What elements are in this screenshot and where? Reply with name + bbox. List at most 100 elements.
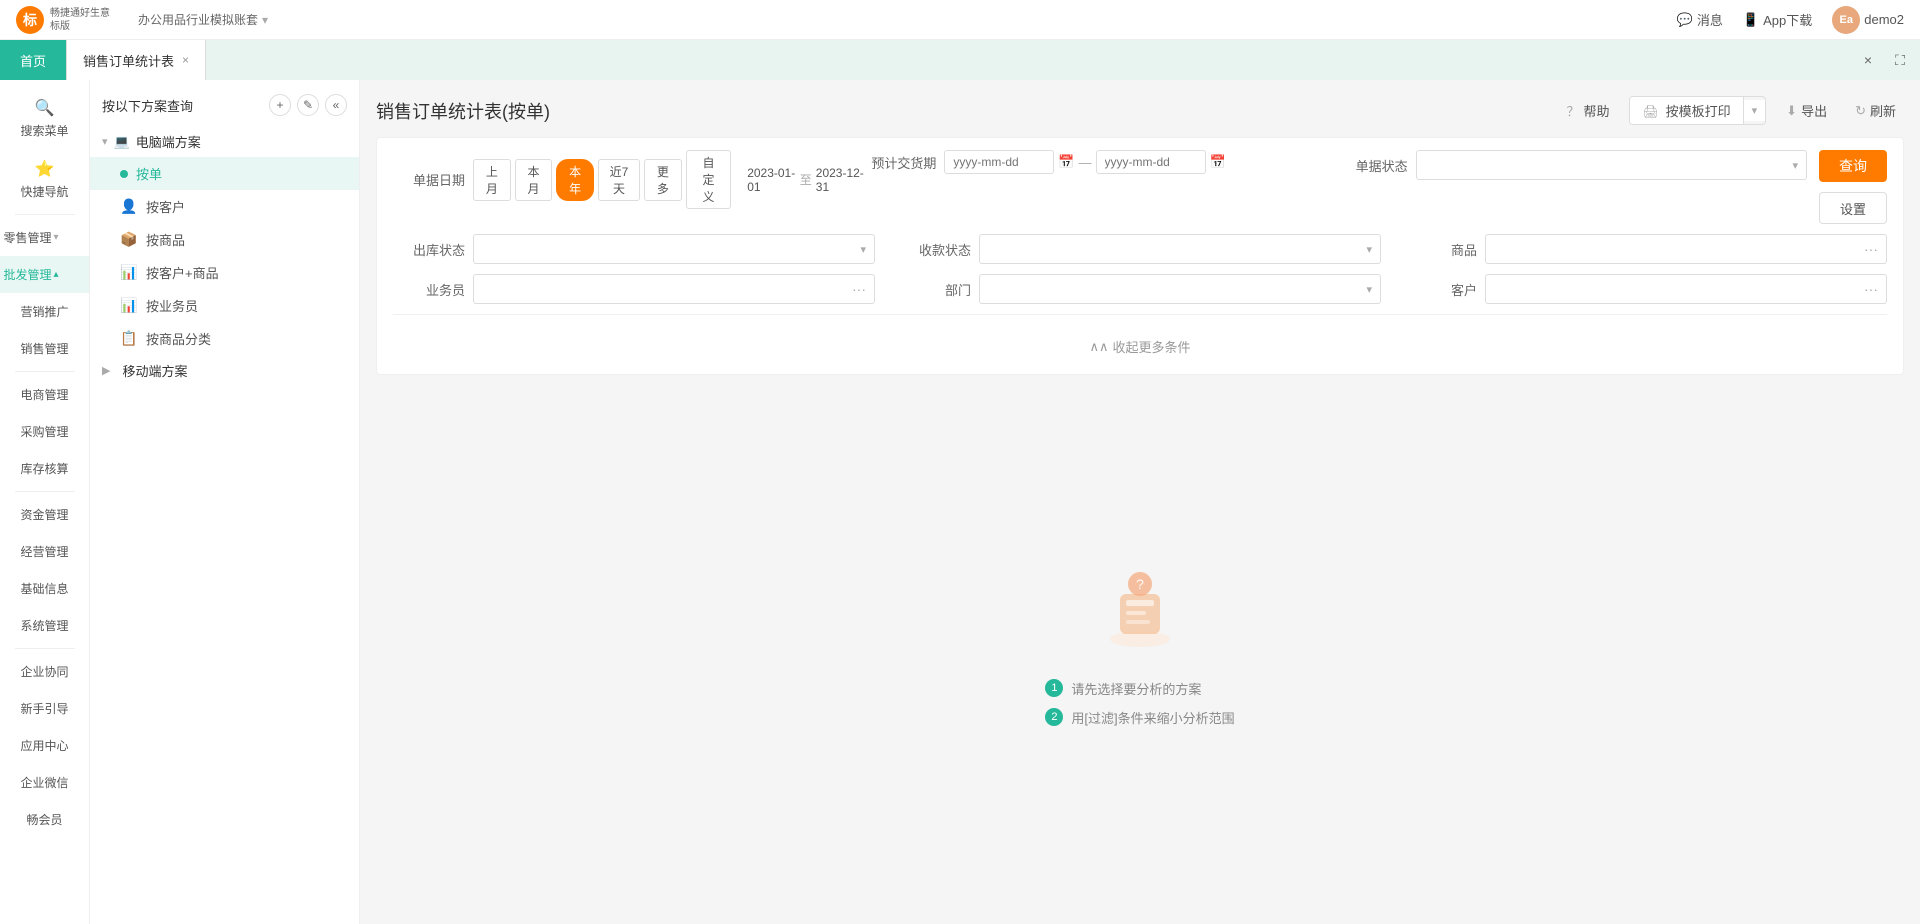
- scheme-group-mobile: ▶ 移动端方案: [90, 355, 359, 386]
- tab-close-icon[interactable]: ×: [182, 53, 189, 67]
- print-template-button[interactable]: 🖨 按模板打印: [1630, 97, 1743, 124]
- print-template-dropdown-button[interactable]: ▾: [1744, 100, 1766, 121]
- sidebar-item-purchase[interactable]: 采购管理: [0, 413, 90, 450]
- scheme-group-pc-arrow-icon: ▾: [102, 135, 108, 148]
- breadcrumb-arrow-icon[interactable]: ▾: [262, 13, 268, 27]
- empty-illustration: ?: [1090, 559, 1190, 659]
- help-button[interactable]: ？ 帮助: [1558, 97, 1617, 124]
- scheme-group-pc-header[interactable]: ▾ 💻 电脑端方案: [90, 126, 359, 157]
- tab-close-all-button[interactable]: ×: [1856, 48, 1880, 72]
- quick-nav-icon: ⭐: [35, 159, 55, 179]
- forecast-date-to-input[interactable]: [1096, 150, 1206, 174]
- filter-row-3: 业务员 ··· 部门 ▾ 客户 ···: [393, 274, 1887, 304]
- doc-status-label: 单据状态: [1336, 156, 1416, 175]
- sidebar-item-enterprise[interactable]: 企业协同: [0, 653, 90, 690]
- main-layout: 🔍 搜索菜单 ⭐ 快捷导航 零售管理 ▾ 批发管理 ▴ 营销推广 销售管理 电商…: [0, 80, 1920, 924]
- forecast-date-calendar-to-icon[interactable]: 📅: [1210, 154, 1226, 170]
- scheme-item-by-category[interactable]: 📋 按商品分类: [90, 322, 359, 355]
- query-button[interactable]: 查询: [1819, 150, 1887, 182]
- date-btn-7days[interactable]: 近7天: [598, 159, 640, 201]
- department-select[interactable]: ▾: [979, 274, 1381, 304]
- department-dropdown-icon: ▾: [1366, 283, 1372, 296]
- salesperson-more-icon[interactable]: ···: [852, 281, 866, 297]
- page-actions: ？ 帮助 🖨 按模板打印 ▾ ⬇ 导出: [1558, 96, 1904, 125]
- sidebar-item-member[interactable]: 畅会员: [0, 801, 90, 838]
- logo-area: 标 畅捷通好生意 标版: [16, 6, 110, 34]
- by-customer-product-icon: 📊: [120, 264, 138, 281]
- message-button[interactable]: 💬 消息: [1677, 10, 1723, 29]
- user-menu-button[interactable]: Ea demo2: [1832, 6, 1904, 34]
- scheme-item-by-product[interactable]: 📦 按商品: [90, 223, 359, 256]
- sidebar-item-appcenter[interactable]: 应用中心: [0, 727, 90, 764]
- print-template-button-group: 🖨 按模板打印 ▾: [1629, 96, 1766, 125]
- app-download-button[interactable]: 📱 App下载: [1743, 10, 1812, 29]
- scheme-group-mobile-header[interactable]: ▶ 移动端方案: [90, 355, 359, 386]
- help-icon: ？: [1566, 101, 1579, 120]
- date-btn-more[interactable]: 更多: [644, 159, 682, 201]
- sidebar-item-inventory[interactable]: 库存核算: [0, 450, 90, 487]
- date-btn-custom[interactable]: 自定义: [686, 150, 732, 209]
- sidebar-item-wholesale[interactable]: 批发管理 ▴: [0, 256, 90, 293]
- edit-scheme-button[interactable]: ✎: [297, 94, 319, 116]
- scheme-group-pc-icon: 💻: [114, 134, 130, 150]
- svg-text:?: ?: [1136, 576, 1144, 592]
- date-range-sep: —: [1079, 155, 1092, 170]
- sidebar-item-sales[interactable]: 销售管理: [0, 330, 90, 367]
- sidebar-item-finance[interactable]: 资金管理: [0, 496, 90, 533]
- page-title: 销售订单统计表(按单): [376, 98, 550, 124]
- customer-more-icon[interactable]: ···: [1864, 281, 1878, 297]
- product-input[interactable]: ···: [1485, 234, 1887, 264]
- payment-status-select[interactable]: ▾: [979, 234, 1381, 264]
- active-dot-icon: [120, 170, 128, 178]
- date-btn-last-month[interactable]: 上月: [473, 159, 511, 201]
- sidebar-item-retail[interactable]: 零售管理 ▾: [0, 219, 90, 256]
- sidebar-item-search-menu[interactable]: 🔍 搜索菜单: [0, 88, 90, 149]
- print-icon: 🖨: [1642, 104, 1659, 119]
- collapse-filter-button[interactable]: ∧∧ 收起更多条件: [1069, 331, 1210, 362]
- sidebar-item-operation[interactable]: 经营管理: [0, 533, 90, 570]
- collapse-panel-button[interactable]: «: [325, 94, 347, 116]
- scheme-item-by-salesperson[interactable]: 📊 按业务员: [90, 289, 359, 322]
- tab-sales-order-stat[interactable]: 销售订单统计表 ×: [67, 40, 206, 80]
- tab-bar: 首页 销售订单统计表 × × ⛶: [0, 40, 1920, 80]
- sidebar: 🔍 搜索菜单 ⭐ 快捷导航 零售管理 ▾ 批发管理 ▴ 营销推广 销售管理 电商…: [0, 80, 90, 924]
- export-button[interactable]: ⬇ 导出: [1778, 97, 1835, 124]
- customer-label: 客户: [1405, 280, 1485, 299]
- top-bar-right: 💬 消息 📱 App下载 Ea demo2: [1677, 6, 1904, 34]
- left-panel-title: 按以下方案查询: [102, 96, 193, 115]
- refresh-button[interactable]: ↻ 刷新: [1847, 97, 1904, 124]
- refresh-icon: ↻: [1855, 103, 1866, 119]
- sidebar-item-basic[interactable]: 基础信息: [0, 570, 90, 607]
- collapse-icon: ∧∧: [1089, 339, 1108, 355]
- sidebar-item-guide[interactable]: 新手引导: [0, 690, 90, 727]
- step-1-num: 1: [1045, 679, 1063, 697]
- date-quick-btns: 上月 本月 本年 近7天 更多 自定义: [473, 150, 731, 209]
- product-more-icon[interactable]: ···: [1864, 241, 1878, 257]
- sidebar-item-wechat[interactable]: 企业微信: [0, 764, 90, 801]
- tab-fullscreen-button[interactable]: ⛶: [1888, 48, 1912, 72]
- salesperson-input[interactable]: ···: [473, 274, 875, 304]
- date-btn-this-year[interactable]: 本年: [556, 159, 594, 201]
- settings-button[interactable]: 设置: [1819, 192, 1887, 224]
- scheme-item-by-order[interactable]: 按单: [90, 157, 359, 190]
- payment-status-label: 收款状态: [899, 240, 979, 259]
- scheme-item-by-customer[interactable]: 👤 按客户: [90, 190, 359, 223]
- wholesale-arrow-icon: ▴: [54, 269, 59, 280]
- customer-input[interactable]: ···: [1485, 274, 1887, 304]
- sidebar-item-marketing[interactable]: 营销推广: [0, 293, 90, 330]
- tab-home[interactable]: 首页: [0, 40, 67, 80]
- tab-bar-right: × ⛶: [1856, 48, 1920, 72]
- sidebar-divider-2: [15, 371, 75, 372]
- forecast-date-calendar-from-icon[interactable]: 📅: [1058, 154, 1074, 170]
- sidebar-divider-4: [15, 648, 75, 649]
- doc-status-select[interactable]: ▾: [1416, 150, 1807, 180]
- filter-area: 单据日期 上月 本月 本年 近7天 更多 自定义 2023-: [376, 137, 1904, 375]
- add-scheme-button[interactable]: +: [269, 94, 291, 116]
- sidebar-item-quick-nav[interactable]: ⭐ 快捷导航: [0, 149, 90, 210]
- scheme-item-by-customer-product[interactable]: 📊 按客户+商品: [90, 256, 359, 289]
- forecast-date-from-input[interactable]: [944, 150, 1054, 174]
- sidebar-item-ecommerce[interactable]: 电商管理: [0, 376, 90, 413]
- date-btn-this-month[interactable]: 本月: [515, 159, 553, 201]
- delivery-status-select[interactable]: ▾: [473, 234, 875, 264]
- sidebar-item-system[interactable]: 系统管理: [0, 607, 90, 644]
